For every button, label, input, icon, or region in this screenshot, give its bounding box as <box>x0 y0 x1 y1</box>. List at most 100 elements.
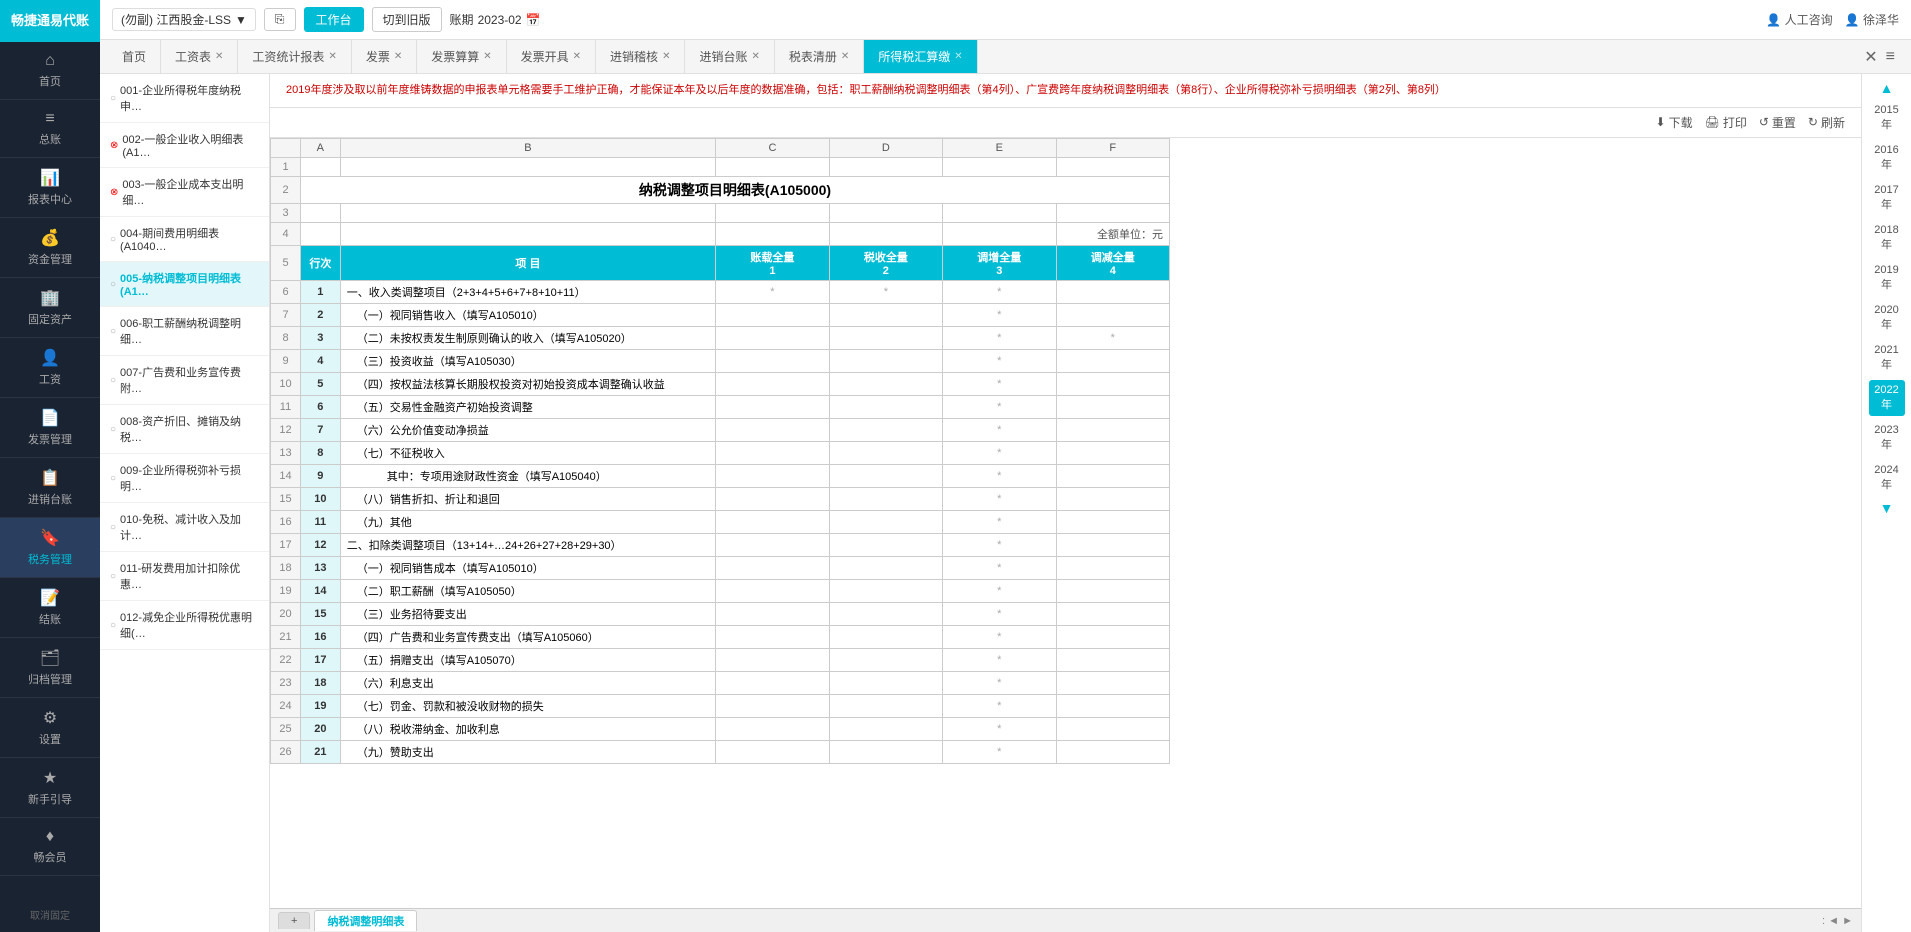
table-row[interactable]: 12 7 （六）公允价值变动净损益 * <box>271 418 1170 441</box>
table-row[interactable]: 18 13 （一）视同销售成本（填写A105010） * <box>271 556 1170 579</box>
tab-tax-annual[interactable]: 所得税汇算缴 ✕ <box>864 40 977 73</box>
sidebar-item-invoice[interactable]: 📄 发票管理 <box>0 398 100 458</box>
period-selector[interactable]: 账期 2023-02 📅 <box>450 11 541 28</box>
download-button[interactable]: ⬇ 下载 <box>1656 114 1693 131</box>
tab-sales-ledger[interactable]: 进销台账 ✕ <box>685 40 774 73</box>
table-row[interactable]: 21 16 （四）广告费和业务宣传费支出（填写A105060） * <box>271 625 1170 648</box>
reset-button[interactable]: ↺ 重置 <box>1759 114 1796 131</box>
bottom-tab-main[interactable]: 纳税调整明细表 <box>314 910 417 931</box>
table-row[interactable]: 25 20 （八）税收滞纳金、加收利息 * <box>271 717 1170 740</box>
tab-tax-annual-close[interactable]: ✕ <box>954 51 962 62</box>
year-2017[interactable]: 2017年 <box>1869 180 1905 216</box>
year-2022[interactable]: 2022年 <box>1869 380 1905 416</box>
tab-invoice-open-close[interactable]: ✕ <box>573 51 581 62</box>
table-row[interactable]: 16 11 （九）其他 * <box>271 510 1170 533</box>
year-2019[interactable]: 2019年 <box>1869 260 1905 296</box>
cell-1-d <box>829 157 942 176</box>
tab-sales-check[interactable]: 进销稽核 ✕ <box>596 40 685 73</box>
table-row[interactable]: 9 4 （三）投资收益（填写A105030） * <box>271 349 1170 372</box>
year-2015[interactable]: 2015年 <box>1869 100 1905 136</box>
table-row[interactable]: 22 17 （五）捐赠支出（填写A105070） * <box>271 648 1170 671</box>
sidebar-item-report[interactable]: 📊 报表中心 <box>0 158 100 218</box>
cell-3-b <box>340 203 716 222</box>
tab-tax-clear[interactable]: 税表清册 ✕ <box>775 40 864 73</box>
left-item-002[interactable]: ⊗ 002-一般企业收入明细表(A1… <box>100 123 269 168</box>
table-row[interactable]: 15 10 （八）销售折扣、折让和退回 * <box>271 487 1170 510</box>
table-row[interactable]: 20 15 （三）业务招待要支出 * <box>271 602 1170 625</box>
tab-invoice-calc[interactable]: 发票算算 ✕ <box>417 40 506 73</box>
table-row[interactable]: 26 21 （九）赞助支出 * <box>271 740 1170 763</box>
bottom-tab-add[interactable]: + <box>278 912 310 929</box>
table-row[interactable]: 13 8 （七）不征税收入 * <box>271 441 1170 464</box>
sidebar-item-sales[interactable]: 📋 进销台账 <box>0 458 100 518</box>
left-item-003[interactable]: ⊗ 003-一般企业成本支出明细… <box>100 168 269 217</box>
table-row[interactable]: 11 6 （五）交易性金融资产初始投资调整 * <box>271 395 1170 418</box>
left-item-004[interactable]: ○ 004-期间费用明细表(A1040… <box>100 217 269 262</box>
table-row[interactable]: 6 1 一、收入类调整项目（2+3+4+5+6+7+8+10+11） * * * <box>271 280 1170 303</box>
year-2018[interactable]: 2018年 <box>1869 220 1905 256</box>
tab-home[interactable]: 首页 <box>108 40 161 73</box>
year-2021[interactable]: 2021年 <box>1869 340 1905 376</box>
tab-salary-report[interactable]: 工资统计报表 ✕ <box>238 40 351 73</box>
switch-old-button[interactable]: 切到旧版 <box>372 7 442 32</box>
tab-salary-close[interactable]: ✕ <box>215 51 223 62</box>
left-item-009[interactable]: ○ 009-企业所得税弥补亏损明… <box>100 454 269 503</box>
sidebar-item-tax[interactable]: 🔖 税务管理 <box>0 518 100 578</box>
table-row[interactable]: 17 12 二、扣除类调整项目（13+14+…24+26+27+28+29+30… <box>271 533 1170 556</box>
left-item-012[interactable]: ○ 012-减免企业所得税优惠明细(… <box>100 601 269 650</box>
table-row[interactable]: 24 19 （七）罚金、罚款和被没收财物的损失 * <box>271 694 1170 717</box>
spreadsheet-wrapper[interactable]: A B C D E F 1 <box>270 138 1861 909</box>
print-button[interactable]: 🖨 打印 <box>1705 114 1747 131</box>
sidebar-item-archive[interactable]: 🗂 归档管理 <box>0 638 100 698</box>
sidebar-item-salary[interactable]: 👤 工资 <box>0 338 100 398</box>
sidebar-item-guide[interactable]: ★ 新手引导 <box>0 758 100 818</box>
close-all-tabs[interactable]: ✕ <box>1864 47 1877 67</box>
table-row[interactable]: 7 2 （一）视同销售收入（填写A105010） * <box>271 303 1170 326</box>
copy-button[interactable]: ⎘ <box>264 8 296 31</box>
tab-salary-report-close[interactable]: ✕ <box>328 51 336 62</box>
company-selector[interactable]: (勿副) 江西股金-LSS ▼ <box>112 8 256 31</box>
year-2023[interactable]: 2023年 <box>1869 420 1905 456</box>
tab-tax-clear-close[interactable]: ✕ <box>841 51 849 62</box>
sidebar-item-ledger[interactable]: ≡ 总账 <box>0 100 100 158</box>
year-down-arrow[interactable]: ▼ <box>1878 498 1896 518</box>
tab-invoice-calc-close[interactable]: ✕ <box>483 51 491 62</box>
sidebar-item-home[interactable]: ⌂ 首页 <box>0 42 100 100</box>
table-row[interactable]: 8 3 （二）未按权责发生制原则确认的收入（填写A105020） * * <box>271 326 1170 349</box>
tab-invoice-close[interactable]: ✕ <box>394 51 402 62</box>
user-avatar[interactable]: 👤 徐泽华 <box>1845 11 1899 28</box>
year-2024[interactable]: 2024年 <box>1869 460 1905 496</box>
left-item-010[interactable]: ○ 010-免税、减计收入及加计… <box>100 503 269 552</box>
sidebar-item-assets[interactable]: 🏢 固定资产 <box>0 278 100 338</box>
workspace-button[interactable]: 工作台 <box>304 7 364 32</box>
tab-sales-ledger-close[interactable]: ✕ <box>751 51 759 62</box>
unpin-button[interactable]: 取消固定 <box>0 897 100 932</box>
year-up-arrow[interactable]: ▲ <box>1878 78 1896 98</box>
table-row[interactable]: 10 5 （四）按权益法核算长期股权投资对初始投资成本调整确认收益 * <box>271 372 1170 395</box>
year-2016[interactable]: 2016年 <box>1869 140 1905 176</box>
sidebar-item-close[interactable]: 📝 结账 <box>0 578 100 638</box>
table-row[interactable]: 14 9 其中：专项用途财政性资金（填写A105040） * <box>271 464 1170 487</box>
left-item-006[interactable]: ○ 006-职工薪酬纳税调整明细… <box>100 307 269 356</box>
left-item-011[interactable]: ○ 011-研发费用加计扣除优惠… <box>100 552 269 601</box>
tab-invoice-open[interactable]: 发票开具 ✕ <box>507 40 596 73</box>
sidebar-item-member[interactable]: ♦ 畅会员 <box>0 818 100 876</box>
sidebar-item-home-label: 首页 <box>39 73 61 89</box>
support-btn[interactable]: 👤 人工咨询 <box>1766 11 1832 28</box>
left-item-007[interactable]: ○ 007-广告费和业务宣传费附… <box>100 356 269 405</box>
refresh-button[interactable]: ↻ 刷新 <box>1808 114 1845 131</box>
left-item-008[interactable]: ○ 008-资产折旧、摊销及纳税… <box>100 405 269 454</box>
sidebar-item-settings[interactable]: ⚙ 设置 <box>0 698 100 758</box>
left-item-005[interactable]: ○ 005-纳税调整项目明细表(A1… <box>100 262 269 307</box>
left-item-001[interactable]: ○ 001-企业所得税年度纳税申… <box>100 74 269 123</box>
tab-menu[interactable]: ≡ <box>1886 48 1895 66</box>
tab-sales-check-close[interactable]: ✕ <box>662 51 670 62</box>
table-row[interactable]: 23 18 （六）利息支出 * <box>271 671 1170 694</box>
sidebar-item-finance[interactable]: 💰 资金管理 <box>0 218 100 278</box>
tab-invoice[interactable]: 发票 ✕ <box>352 40 417 73</box>
year-2020[interactable]: 2020年 <box>1869 300 1905 336</box>
tab-salary[interactable]: 工资表 ✕ <box>161 40 238 73</box>
table-row[interactable]: 19 14 （二）职工薪酬（填写A105050） * <box>271 579 1170 602</box>
status-grey-icon-009: ○ <box>110 473 116 484</box>
table-area: 2019年度涉及取以前年度维铸数据的申报表单元格需要手工维护正确，才能保证本年及… <box>270 74 1861 932</box>
